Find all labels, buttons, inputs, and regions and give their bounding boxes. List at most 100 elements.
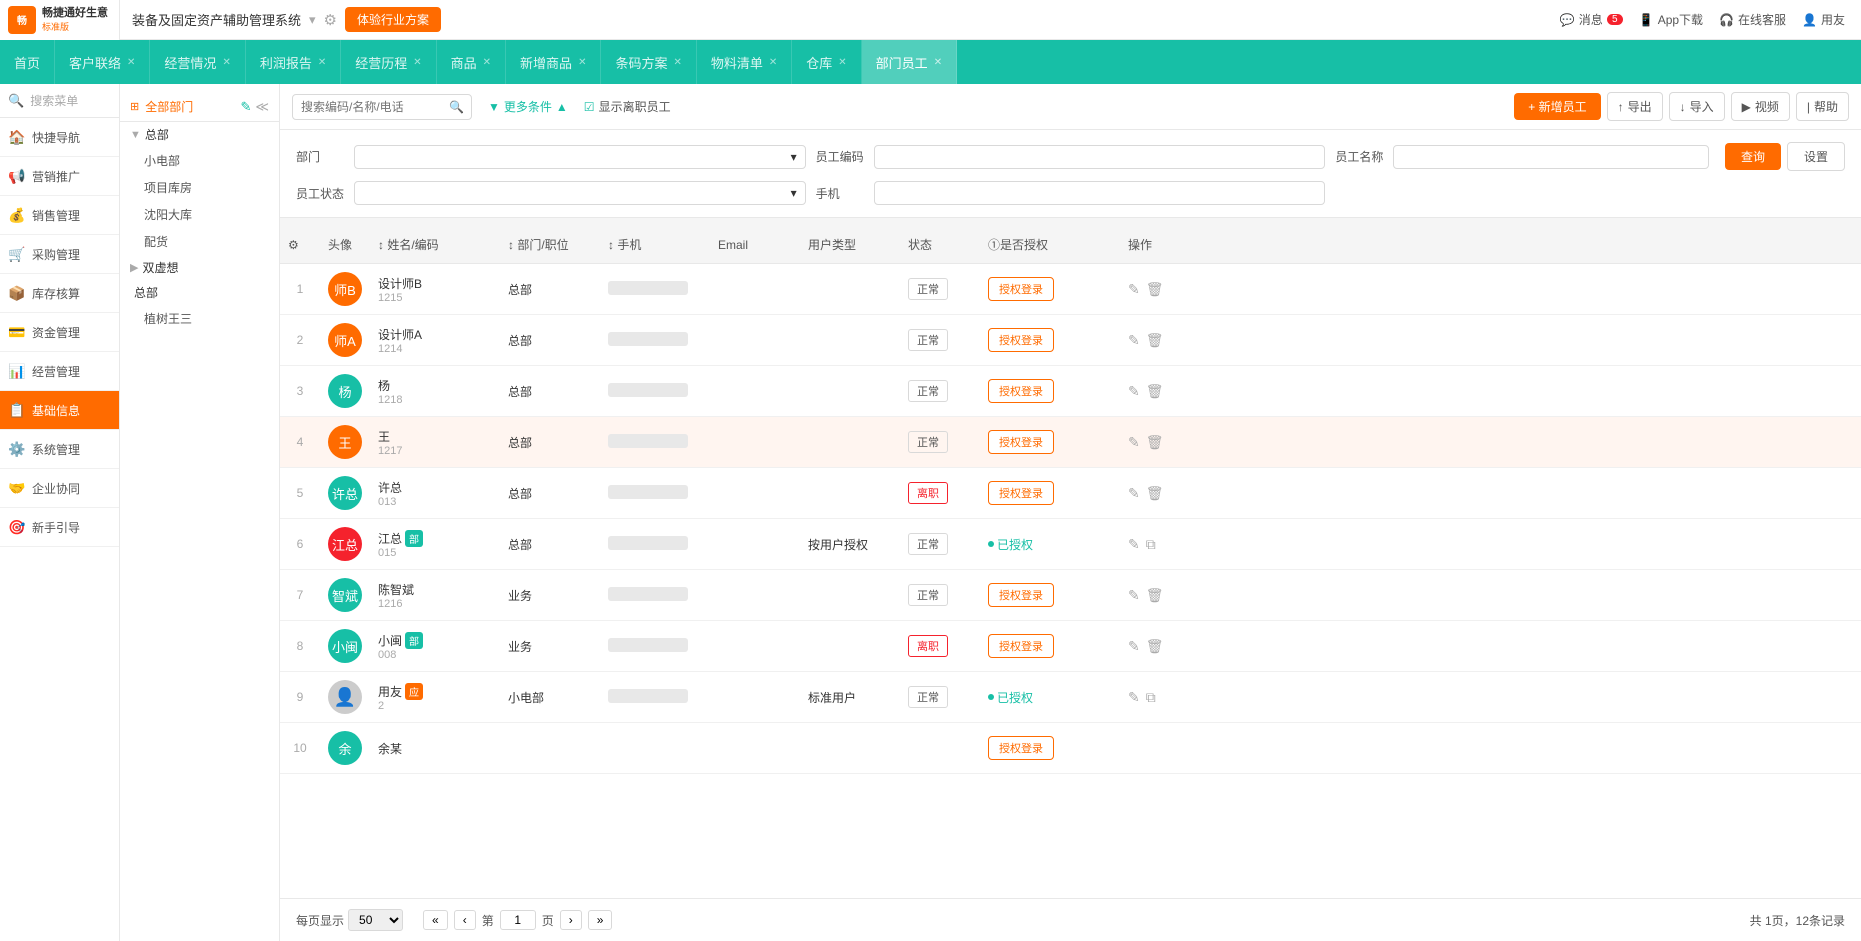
dept-label-3[interactable]: 总部	[130, 284, 158, 301]
delete-icon[interactable]: 🗑	[1146, 638, 1164, 655]
edit-icon[interactable]: ✎	[1128, 587, 1140, 604]
sidebar-item-system[interactable]: ⚙️ 系统管理	[0, 430, 119, 469]
sidebar-item-guide[interactable]: 🎯 新手引导	[0, 508, 119, 547]
sidebar-item-finance[interactable]: 💳 资金管理	[0, 313, 119, 352]
edit-icon[interactable]: ✎	[1128, 332, 1140, 349]
delete-icon[interactable]: 🗑	[1146, 434, 1164, 451]
tab-close-icon[interactable]: ✕	[483, 57, 491, 68]
copy-icon[interactable]: ⧉	[1146, 689, 1156, 706]
auth-button[interactable]: 授权登录	[988, 328, 1054, 352]
col-phone[interactable]: ↕ 手机	[600, 226, 710, 264]
tab-close-icon[interactable]: ✕	[318, 57, 326, 68]
tab-close-icon[interactable]: ✕	[222, 57, 230, 68]
page-size-select[interactable]: 50 100	[348, 909, 403, 931]
col-dept[interactable]: ↕ 部门/职位	[500, 226, 600, 264]
page-input[interactable]	[500, 910, 536, 930]
edit-icon[interactable]: ✎	[1128, 485, 1140, 502]
edit-icon[interactable]: ✎	[1128, 281, 1140, 298]
tab-barcode[interactable]: 条码方案 ✕	[601, 40, 696, 84]
dropdown-icon[interactable]: ▾	[309, 12, 316, 28]
sidebar-item-business[interactable]: 📊 经营管理	[0, 352, 119, 391]
more-filter-button[interactable]: ▼ 更多条件 ▲	[480, 94, 576, 119]
last-page-button[interactable]: »	[588, 910, 613, 930]
sidebar-item-navigation[interactable]: 🏠 快捷导航	[0, 118, 119, 157]
dept-child-project[interactable]: 项目库房	[120, 174, 279, 201]
user-menu[interactable]: 👤 用友	[1802, 11, 1845, 28]
emp-name-input[interactable]	[1393, 145, 1709, 169]
edit-icon[interactable]: ✎	[1128, 689, 1140, 706]
search-label[interactable]: 搜索菜单	[30, 92, 78, 109]
dept-child-peihuo[interactable]: 配货	[120, 228, 279, 255]
add-employee-button[interactable]: + 新增员工	[1514, 93, 1600, 120]
sidebar-item-collab[interactable]: 🤝 企业协同	[0, 469, 119, 508]
auth-button[interactable]: 授权登录	[988, 583, 1054, 607]
edit-dept-icon[interactable]: ✎	[240, 99, 251, 115]
emp-code-input[interactable]	[874, 145, 1326, 169]
col-settings[interactable]: ⚙	[280, 226, 320, 264]
col-name[interactable]: ↕ 姓名/编码	[370, 226, 500, 264]
sidebar-item-inventory[interactable]: 📦 库存核算	[0, 274, 119, 313]
tab-close-icon[interactable]: ✕	[413, 57, 421, 68]
auth-button[interactable]: 授权登录	[988, 379, 1054, 403]
tab-close-icon[interactable]: ✕	[769, 57, 777, 68]
sidebar-item-sales[interactable]: 💰 销售管理	[0, 196, 119, 235]
delete-icon[interactable]: 🗑	[1146, 485, 1164, 502]
tab-goods[interactable]: 商品 ✕	[437, 40, 506, 84]
dept-select[interactable]: ▾	[354, 145, 806, 169]
sidebar-item-basic[interactable]: 📋 基础信息	[0, 391, 119, 430]
auth-button[interactable]: 授权登录	[988, 481, 1054, 505]
help-button[interactable]: | 帮助	[1796, 92, 1849, 121]
view-button[interactable]: ▶ 视频	[1731, 92, 1790, 121]
tab-bom[interactable]: 物料清单 ✕	[697, 40, 792, 84]
auth-button[interactable]: 授权登录	[988, 736, 1054, 760]
tab-profit[interactable]: 利润报告 ✕	[246, 40, 341, 84]
tab-close-icon[interactable]: ✕	[934, 57, 942, 68]
online-service-button[interactable]: 🎧 在线客服	[1719, 11, 1786, 28]
tab-close-icon[interactable]: ✕	[578, 57, 586, 68]
auth-button[interactable]: 授权登录	[988, 634, 1054, 658]
status-select[interactable]: ▾	[354, 181, 806, 205]
edit-icon[interactable]: ✎	[1128, 434, 1140, 451]
prev-page-button[interactable]: ‹	[454, 910, 476, 930]
copy-icon[interactable]: ⧉	[1146, 536, 1156, 553]
delete-icon[interactable]: 🗑	[1146, 332, 1164, 349]
message-button[interactable]: 💬 消息 5	[1560, 11, 1623, 28]
tab-customer[interactable]: 客户联络 ✕	[55, 40, 150, 84]
trial-button[interactable]: 体验行业方案	[345, 7, 441, 32]
tab-home[interactable]: 首页	[0, 40, 55, 84]
delete-icon[interactable]: 🗑	[1146, 383, 1164, 400]
auth-button[interactable]: 授权登录	[988, 277, 1054, 301]
tab-close-icon[interactable]: ✕	[673, 57, 681, 68]
tab-warehouse[interactable]: 仓库 ✕	[792, 40, 861, 84]
export-button[interactable]: ↑ 导出	[1607, 92, 1663, 121]
dept-label[interactable]: 总部	[145, 126, 169, 143]
tab-close-icon[interactable]: ✕	[838, 57, 846, 68]
dept-child-zhishu[interactable]: 植树王三	[120, 305, 279, 332]
edit-icon[interactable]: ✎	[1128, 638, 1140, 655]
tab-close-icon[interactable]: ✕	[127, 57, 135, 68]
delete-icon[interactable]: 🗑	[1146, 587, 1164, 604]
phone-input[interactable]	[874, 181, 1326, 205]
next-page-button[interactable]: ›	[560, 910, 582, 930]
tab-operation[interactable]: 经营情况 ✕	[150, 40, 245, 84]
edit-icon[interactable]: ✎	[1128, 536, 1140, 553]
tab-employee[interactable]: 部门员工 ✕	[862, 40, 957, 84]
dept-child-xiaodibu[interactable]: 小电部	[120, 147, 279, 174]
reset-button[interactable]: 设置	[1787, 142, 1845, 171]
app-download-button[interactable]: 📱 App下载	[1639, 11, 1703, 28]
search-input[interactable]	[292, 94, 472, 120]
import-button[interactable]: ↓ 导入	[1669, 92, 1725, 121]
auth-button[interactable]: 授权登录	[988, 430, 1054, 454]
search-button[interactable]: 查询	[1725, 143, 1781, 170]
gear-icon[interactable]: ⚙	[324, 11, 337, 29]
dept-child-shenyang[interactable]: 沈阳大库	[120, 201, 279, 228]
tab-add-goods[interactable]: 新增商品 ✕	[506, 40, 601, 84]
sidebar-item-marketing[interactable]: 📢 营销推广	[0, 157, 119, 196]
collapse-tree-icon[interactable]: ≪	[255, 99, 269, 115]
sidebar-item-purchase[interactable]: 🛒 采购管理	[0, 235, 119, 274]
tab-process[interactable]: 经营历程 ✕	[341, 40, 436, 84]
show-resigned-checkbox[interactable]: ☑ 显示离职员工	[584, 98, 671, 115]
first-page-button[interactable]: «	[423, 910, 448, 930]
delete-icon[interactable]: 🗑	[1146, 281, 1164, 298]
dept-label-2[interactable]: 双虚想	[142, 259, 178, 276]
